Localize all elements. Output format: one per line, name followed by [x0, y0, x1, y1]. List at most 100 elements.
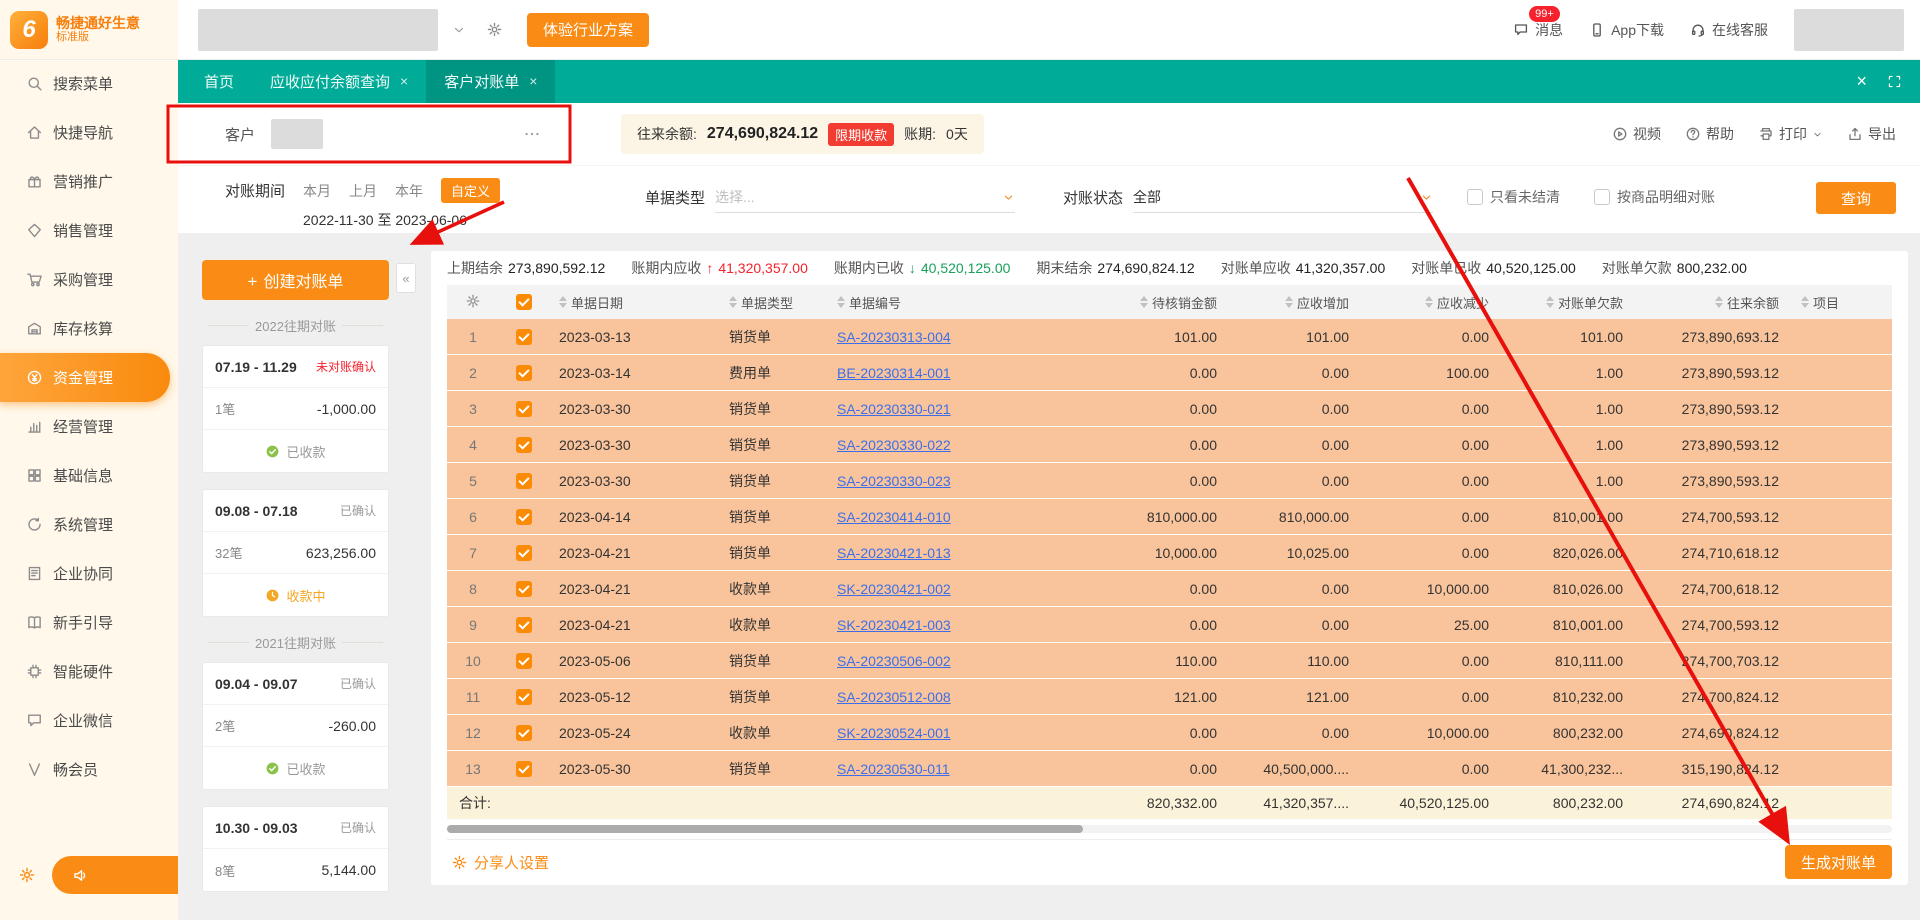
- statement-period-card[interactable]: 07.19 - 11.29 未对账确认 1笔 -1,000.00 已收款: [202, 345, 389, 473]
- doc-link[interactable]: SK-20230421-003: [837, 617, 951, 633]
- tab-home[interactable]: 首页: [186, 59, 252, 103]
- row-checkbox[interactable]: [516, 473, 532, 490]
- doc-link[interactable]: SA-20230421-013: [837, 545, 951, 561]
- print-button[interactable]: 打印: [1758, 124, 1823, 144]
- sort-icon[interactable]: [1801, 296, 1809, 308]
- sidebar-item-sales[interactable]: 销售管理: [0, 206, 178, 255]
- doc-link[interactable]: BE-20230314-001: [837, 365, 951, 381]
- doc-link[interactable]: SA-20230512-008: [837, 689, 951, 705]
- sidebar-collapse-button[interactable]: [52, 856, 178, 894]
- sort-icon[interactable]: [729, 296, 737, 308]
- row-checkbox[interactable]: [516, 401, 532, 418]
- period-option-last-month[interactable]: 上月: [349, 181, 377, 201]
- video-button[interactable]: 视频: [1612, 124, 1661, 144]
- sidebar-item-guide[interactable]: 新手引导: [0, 598, 178, 647]
- doc-link[interactable]: SK-20230421-002: [837, 581, 951, 597]
- sidebar-item-wechat[interactable]: 企业微信: [0, 696, 178, 745]
- sort-icon[interactable]: [559, 296, 567, 308]
- gear-icon[interactable]: [465, 293, 481, 309]
- period-date-range[interactable]: 2022-11-30 至 2023-06-06: [303, 210, 597, 230]
- doc-link[interactable]: SA-20230330-021: [837, 401, 951, 417]
- col-owed[interactable]: 对账单欠款: [1501, 285, 1635, 319]
- redacted-customer-name[interactable]: [271, 119, 324, 149]
- online-support-item[interactable]: 在线客服: [1690, 20, 1768, 40]
- select-all-header[interactable]: [499, 285, 549, 319]
- col-increase[interactable]: 应收增加: [1229, 285, 1361, 319]
- select-all-checkbox[interactable]: [516, 294, 532, 311]
- checkbox-by-product-detail[interactable]: 按商品明细对账: [1594, 187, 1715, 207]
- row-checkbox[interactable]: [516, 365, 532, 382]
- settings-gear-icon[interactable]: [18, 866, 36, 884]
- row-checkbox[interactable]: [516, 437, 532, 454]
- app-download-item[interactable]: App下载: [1589, 20, 1664, 40]
- sort-icon[interactable]: [1545, 296, 1554, 308]
- messages-item[interactable]: 消息 99+: [1513, 5, 1563, 40]
- sidebar-item-inventory[interactable]: 库存核算: [0, 304, 178, 353]
- doc-link[interactable]: SA-20230330-023: [837, 473, 951, 489]
- fullscreen-icon[interactable]: [1887, 74, 1902, 89]
- trial-solution-button[interactable]: 体验行业方案: [527, 12, 650, 47]
- tab-receivable-balance-query[interactable]: 应收应付余额查询 ×: [252, 59, 426, 103]
- tab-close-icon[interactable]: ×: [400, 73, 408, 89]
- tab-customer-statement[interactable]: 客户对账单 ×: [426, 59, 556, 103]
- tab-close-icon[interactable]: ×: [529, 73, 537, 89]
- customer-more-icon[interactable]: [523, 125, 541, 143]
- sidebar-item-marketing[interactable]: 营销推广: [0, 157, 178, 206]
- col-type[interactable]: 单据类型: [719, 285, 827, 319]
- sidebar-item-hardware[interactable]: 智能硬件: [0, 647, 178, 696]
- doc-link[interactable]: SA-20230414-010: [837, 509, 951, 525]
- col-pending[interactable]: 待核销金额: [1097, 285, 1229, 319]
- create-statement-button[interactable]: + 创建对账单: [202, 260, 389, 300]
- sort-icon[interactable]: [1284, 296, 1293, 308]
- row-checkbox[interactable]: [516, 761, 532, 778]
- close-all-tabs-icon[interactable]: ×: [1856, 72, 1867, 90]
- row-checkbox[interactable]: [516, 581, 532, 598]
- sidebar-item-funds[interactable]: 资金管理: [0, 353, 170, 402]
- status-select[interactable]: 全部: [1133, 182, 1434, 213]
- sidebar-item-collaboration[interactable]: 企业协同: [0, 549, 178, 598]
- checkbox-only-unsettled[interactable]: 只看未结清: [1467, 187, 1560, 207]
- doc-link[interactable]: SA-20230330-022: [837, 437, 951, 453]
- statement-period-card[interactable]: 10.30 - 09.03 已确认 8笔 5,144.00: [202, 806, 389, 892]
- period-option-custom[interactable]: 自定义: [441, 178, 501, 203]
- share-settings-button[interactable]: 分享人设置: [451, 852, 549, 873]
- sort-icon[interactable]: [1424, 296, 1433, 308]
- sidebar-item-operations[interactable]: 经营管理: [0, 402, 178, 451]
- doc-link[interactable]: SK-20230524-001: [837, 725, 951, 741]
- row-checkbox[interactable]: [516, 509, 532, 526]
- panel-collapse-button[interactable]: «: [396, 263, 416, 293]
- doc-link[interactable]: SA-20230313-004: [837, 329, 951, 345]
- row-checkbox[interactable]: [516, 329, 532, 346]
- sort-icon[interactable]: [837, 296, 845, 308]
- doc-link[interactable]: SA-20230506-002: [837, 653, 951, 669]
- col-decrease[interactable]: 应收减少: [1361, 285, 1501, 319]
- period-option-this-month[interactable]: 本月: [303, 181, 331, 201]
- sidebar-item-system[interactable]: 系统管理: [0, 500, 178, 549]
- row-checkbox[interactable]: [516, 653, 532, 670]
- grid-settings-header[interactable]: [447, 285, 499, 319]
- row-checkbox[interactable]: [516, 617, 532, 634]
- sidebar-item-base-info[interactable]: 基础信息: [0, 451, 178, 500]
- export-button[interactable]: 导出: [1847, 124, 1896, 144]
- col-project[interactable]: 项目: [1791, 285, 1892, 319]
- sidebar-item-search-menu[interactable]: 搜索菜单: [0, 59, 178, 108]
- sidebar-item-quick-nav[interactable]: 快捷导航: [0, 108, 178, 157]
- query-button[interactable]: 查询: [1816, 182, 1896, 214]
- sidebar-item-member[interactable]: 畅会员: [0, 745, 178, 794]
- gear-icon[interactable]: [486, 21, 503, 38]
- doc-type-select[interactable]: 选择...: [715, 182, 1016, 213]
- col-date[interactable]: 单据日期: [549, 285, 719, 319]
- statement-period-card[interactable]: 09.08 - 07.18 已确认 32笔 623,256.00 收款中: [202, 489, 389, 617]
- doc-link[interactable]: SA-20230530-011: [837, 761, 950, 777]
- help-button[interactable]: 帮助: [1685, 124, 1734, 144]
- period-option-this-year[interactable]: 本年: [395, 181, 423, 201]
- row-checkbox[interactable]: [516, 689, 532, 706]
- col-code[interactable]: 单据编号: [827, 285, 1097, 319]
- statement-period-card[interactable]: 09.04 - 09.07 已确认 2笔 -260.00 已收款: [202, 662, 389, 790]
- row-checkbox[interactable]: [516, 545, 532, 562]
- sidebar-item-purchase[interactable]: 采购管理: [0, 255, 178, 304]
- sort-icon[interactable]: [1139, 296, 1148, 308]
- generate-statement-button[interactable]: 生成对账单: [1784, 845, 1892, 879]
- chevron-down-icon[interactable]: [452, 23, 466, 37]
- col-balance[interactable]: 往来余额: [1635, 285, 1791, 319]
